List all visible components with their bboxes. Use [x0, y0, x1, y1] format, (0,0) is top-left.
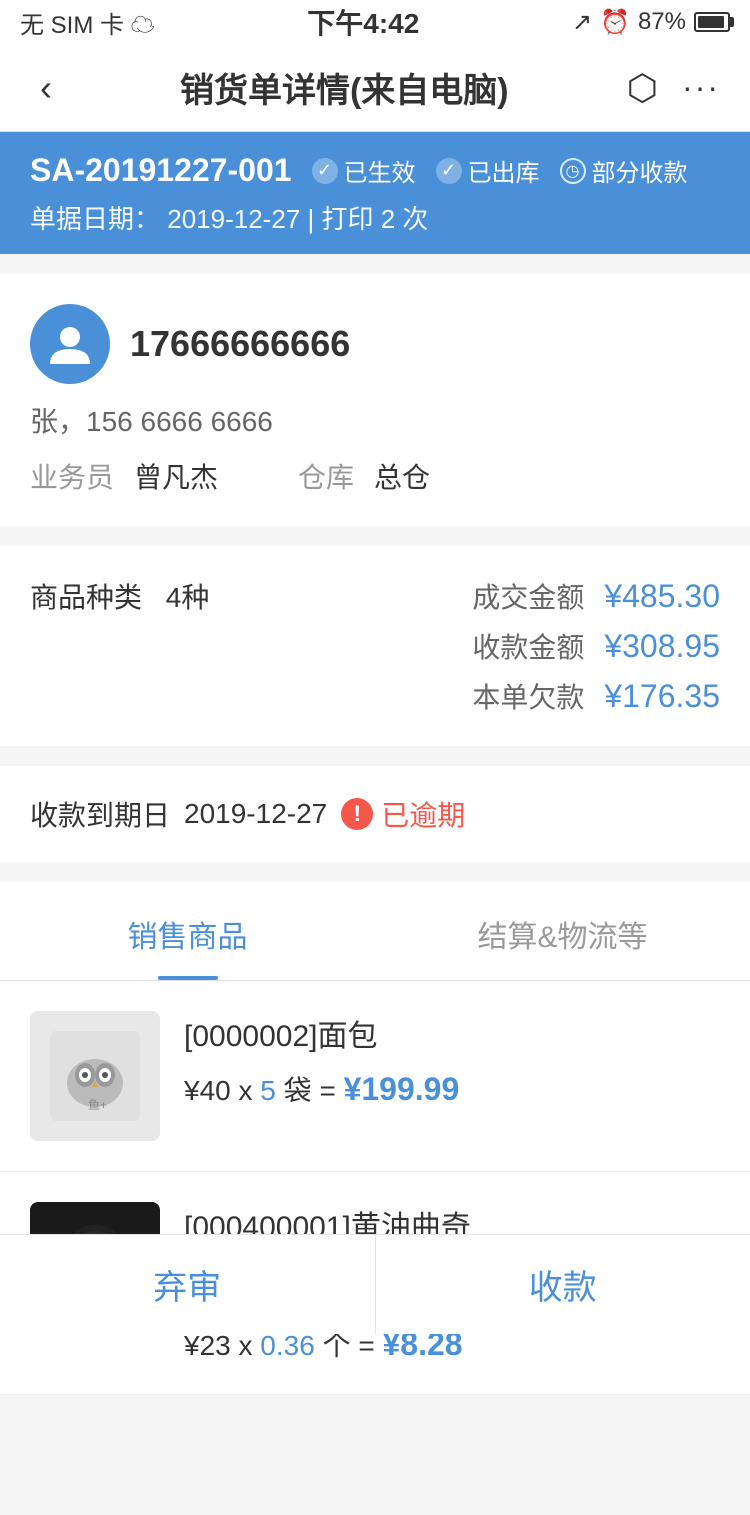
customer-name-phone: 张，156 6666 6666	[30, 400, 720, 440]
badge-partial: ◷ 部分收款	[560, 153, 688, 188]
order-date: 单据日期： 2019-12-27 | 打印 2 次	[30, 199, 720, 236]
received-label: 收款金额	[472, 626, 584, 666]
check-icon-2: ✓	[436, 158, 462, 184]
customer-section: 17666666666 张，156 6666 6666 业务员 曾凡杰 仓库 总…	[0, 274, 750, 526]
cancel-review-button[interactable]: 弃审	[0, 1235, 376, 1334]
customer-info-row: 业务员 曾凡杰 仓库 总仓	[30, 456, 720, 496]
badge-shipped: ✓ 已出库	[436, 153, 540, 188]
due-value: ¥176.35	[604, 678, 720, 715]
salesperson-label: 业务员	[30, 456, 114, 496]
badge-effective: ✓ 已生效	[312, 153, 416, 188]
nav-bar: ‹ 销货单详情(来自电脑) ⬡ ···	[0, 44, 750, 132]
product-qty-2: 0.36	[260, 1330, 315, 1361]
battery-icon	[694, 12, 730, 32]
stats-right: 成交金额 ¥485.30 收款金额 ¥308.95 本单欠款 ¥176.35	[472, 576, 720, 716]
product-qty-1: 5	[260, 1075, 276, 1106]
due-label: 本单欠款	[472, 676, 584, 716]
bottom-bar: 弃审 收款	[0, 1234, 750, 1334]
status-time: 下午4:42	[307, 2, 419, 42]
product-image-1: 鱼+	[30, 1011, 160, 1141]
due-row: 本单欠款 ¥176.35	[472, 676, 720, 716]
avatar	[30, 304, 110, 384]
share-icon[interactable]: ⬡	[627, 67, 658, 109]
overdue-icon: !	[341, 798, 373, 830]
stats-section: 商品种类 4种 成交金额 ¥485.30 收款金额 ¥308.95 本单欠款 ¥…	[0, 546, 750, 746]
status-right: ↗ ⏰ 87%	[572, 8, 730, 37]
overdue-text: 已逾期	[381, 794, 465, 834]
warehouse-label: 仓库	[298, 456, 354, 496]
battery-label: 87%	[638, 8, 686, 36]
tab-settlement[interactable]: 结算&物流等	[375, 882, 750, 980]
tab-sales-products[interactable]: 销售商品	[0, 882, 375, 980]
tabs-row: 销售商品 结算&物流等	[0, 882, 750, 981]
salesperson-value: 曾凡杰	[134, 456, 218, 496]
back-button[interactable]: ‹	[30, 57, 62, 119]
amount-label: 成交金额	[472, 576, 584, 616]
received-row: 收款金额 ¥308.95	[472, 626, 720, 666]
svg-text:鱼+: 鱼+	[88, 1098, 107, 1112]
amount-row: 成交金额 ¥485.30	[472, 576, 720, 616]
product-type-row: 商品种类 4种	[30, 576, 209, 616]
order-id: SA-20191227-001	[30, 152, 292, 189]
order-header: SA-20191227-001 ✓ 已生效 ✓ 已出库 ◷ 部分收款 单据日期：…	[0, 132, 750, 254]
nav-actions: ⬡ ···	[627, 67, 720, 109]
overdue-badge: ! 已逾期	[341, 794, 465, 834]
sim-label: 无 SIM 卡 ☁	[20, 5, 155, 40]
page-title: 销货单详情(来自电脑)	[180, 63, 509, 112]
table-row: 鱼+ [0000002]面包 ¥40 x 5 袋 = ¥199.99	[0, 981, 750, 1172]
warehouse-value: 总仓	[374, 456, 430, 496]
product-total-1: ¥199.99	[344, 1071, 460, 1107]
due-date-value: 2019-12-27	[184, 798, 327, 830]
type-count: 4种	[166, 582, 210, 613]
due-section: 收款到期日 2019-12-27 ! 已逾期	[0, 766, 750, 862]
location-icon: ↗	[572, 8, 592, 37]
collect-payment-button[interactable]: 收款	[376, 1235, 750, 1334]
product-info-1: [0000002]面包 ¥40 x 5 袋 = ¥199.99	[184, 1011, 720, 1109]
check-icon-1: ✓	[312, 158, 338, 184]
due-date-label: 收款到期日	[30, 794, 170, 834]
status-left: 无 SIM 卡 ☁	[20, 5, 155, 40]
more-icon[interactable]: ···	[682, 69, 720, 106]
product-thumb-1: 鱼+	[30, 1011, 160, 1141]
alarm-icon: ⏰	[600, 8, 630, 37]
product-price-1: ¥40 x 5 袋 = ¥199.99	[184, 1069, 720, 1109]
customer-phone: 17666666666	[130, 323, 350, 365]
clock-icon: ◷	[560, 158, 586, 184]
amount-value: ¥485.30	[604, 578, 720, 615]
stats-left: 商品种类 4种	[30, 576, 209, 616]
status-bar: 无 SIM 卡 ☁ 下午4:42 ↗ ⏰ 87%	[0, 0, 750, 44]
received-value: ¥308.95	[604, 628, 720, 665]
type-label: 商品种类	[30, 582, 142, 613]
product-name-1: [0000002]面包	[184, 1011, 720, 1055]
